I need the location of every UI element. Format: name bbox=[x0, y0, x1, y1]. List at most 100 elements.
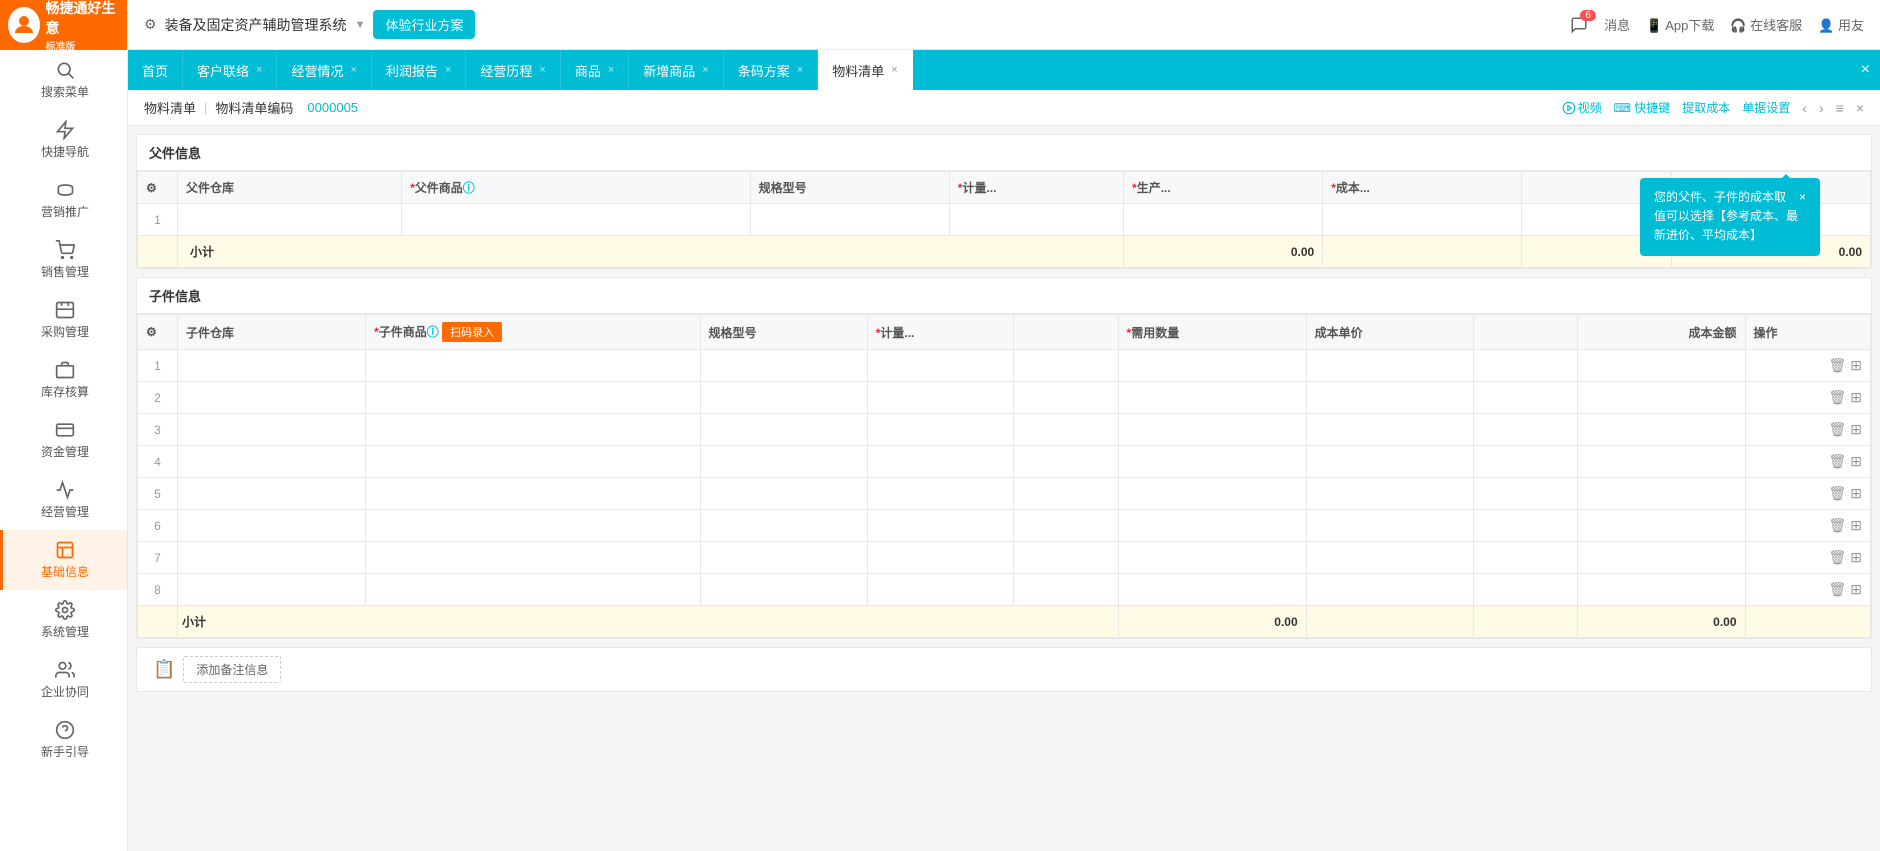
child-row-7-spec[interactable] bbox=[700, 542, 867, 574]
parent-row-1-unit[interactable] bbox=[949, 204, 1123, 236]
child-row-8-spec[interactable] bbox=[700, 574, 867, 606]
tab-profit-close[interactable]: × bbox=[445, 64, 451, 76]
child-row-4-qty[interactable] bbox=[1118, 446, 1306, 478]
sidebar-item-finance[interactable]: 资金管理 bbox=[0, 410, 127, 470]
delete-row-6-btn[interactable]: 🗑 bbox=[1828, 517, 1846, 534]
action-settings[interactable]: 单据设置 bbox=[1742, 99, 1790, 116]
dropdown-icon[interactable]: ▼ bbox=[355, 19, 366, 31]
add-note-button[interactable]: 添加备注信息 bbox=[183, 656, 281, 683]
child-row-1-product[interactable] bbox=[366, 350, 700, 382]
child-row-3-price[interactable] bbox=[1306, 414, 1473, 446]
delete-row-8-btn[interactable]: 🗑 bbox=[1828, 581, 1846, 598]
child-row-5-unit[interactable] bbox=[867, 478, 1013, 510]
parent-row-1-product[interactable] bbox=[402, 204, 751, 236]
action-cost[interactable]: 提取成本 bbox=[1682, 99, 1730, 116]
tab-customer-close[interactable]: × bbox=[256, 64, 262, 76]
copy-row-6-btn[interactable]: ⊞ bbox=[1850, 517, 1862, 534]
child-row-6-warehouse[interactable] bbox=[178, 510, 366, 542]
copy-row-8-btn[interactable]: ⊞ bbox=[1850, 581, 1862, 598]
tab-profit[interactable]: 利润报告 × bbox=[372, 50, 466, 90]
child-row-3-spec[interactable] bbox=[700, 414, 867, 446]
sidebar-item-search[interactable]: 搜索菜单 bbox=[0, 50, 127, 110]
child-row-4-unit[interactable] bbox=[867, 446, 1013, 478]
child-row-3-warehouse[interactable] bbox=[178, 414, 366, 446]
nav-prev[interactable]: ‹ bbox=[1802, 100, 1807, 116]
child-row-1-price[interactable] bbox=[1306, 350, 1473, 382]
child-row-1-spec[interactable] bbox=[700, 350, 867, 382]
tab-history[interactable]: 经营历程 × bbox=[466, 50, 560, 90]
sidebar-item-purchase[interactable]: 采购管理 bbox=[0, 290, 127, 350]
tab-product-close[interactable]: × bbox=[608, 64, 614, 76]
copy-row-1-btn[interactable]: ⊞ bbox=[1850, 357, 1862, 374]
sidebar-item-quicknav[interactable]: 快捷导航 bbox=[0, 110, 127, 170]
delete-row-3-btn[interactable]: 🗑 bbox=[1828, 421, 1846, 438]
user-avatar[interactable]: 👤 用友 bbox=[1818, 15, 1864, 34]
child-row-4-warehouse[interactable] bbox=[178, 446, 366, 478]
tab-operations[interactable]: 经营情况 × bbox=[277, 50, 371, 90]
parent-row-1-cost[interactable] bbox=[1323, 204, 1522, 236]
th-settings-child[interactable]: ⚙ bbox=[138, 315, 178, 350]
child-row-5-spec[interactable] bbox=[700, 478, 867, 510]
copy-row-4-btn[interactable]: ⊞ bbox=[1850, 453, 1862, 470]
child-row-8-price[interactable] bbox=[1306, 574, 1473, 606]
child-row-2-spec[interactable] bbox=[700, 382, 867, 414]
child-row-3-qty[interactable] bbox=[1118, 414, 1306, 446]
sidebar-item-collab[interactable]: 企业协同 bbox=[0, 650, 127, 710]
child-row-7-unit[interactable] bbox=[867, 542, 1013, 574]
child-row-6-spec[interactable] bbox=[700, 510, 867, 542]
copy-row-5-btn[interactable]: ⊞ bbox=[1850, 485, 1862, 502]
child-row-5-warehouse[interactable] bbox=[178, 478, 366, 510]
online-service[interactable]: 🎧 在线客服 bbox=[1730, 15, 1802, 34]
scan-input-button[interactable]: 扫码录入 bbox=[442, 322, 502, 342]
sidebar-item-basic[interactable]: 基础信息 bbox=[0, 530, 127, 590]
child-row-5-qty[interactable] bbox=[1118, 478, 1306, 510]
copy-row-2-btn[interactable]: ⊞ bbox=[1850, 389, 1862, 406]
tab-barcode-close[interactable]: × bbox=[797, 64, 803, 76]
tab-new-product-close[interactable]: × bbox=[702, 64, 708, 76]
child-row-6-product[interactable] bbox=[366, 510, 700, 542]
action-shortcut[interactable]: ⌨ 快捷键 bbox=[1614, 99, 1671, 116]
tab-product[interactable]: 商品 × bbox=[561, 50, 629, 90]
settings-icon[interactable]: ⚙ bbox=[144, 16, 157, 33]
child-row-6-unit[interactable] bbox=[867, 510, 1013, 542]
message-label[interactable]: 消息 bbox=[1604, 15, 1630, 34]
child-row-7-qty[interactable] bbox=[1118, 542, 1306, 574]
copy-row-7-btn[interactable]: ⊞ bbox=[1850, 549, 1862, 566]
tab-home[interactable]: 首页 bbox=[128, 50, 183, 90]
tab-bom-close[interactable]: × bbox=[891, 64, 897, 76]
tab-operations-close[interactable]: × bbox=[350, 64, 356, 76]
tab-history-close[interactable]: × bbox=[539, 64, 545, 76]
sidebar-item-inventory[interactable]: 库存核算 bbox=[0, 350, 127, 410]
child-row-4-product[interactable] bbox=[366, 446, 700, 478]
sidebar-item-guide[interactable]: 新手引导 bbox=[0, 710, 127, 770]
page-close[interactable]: × bbox=[1856, 100, 1864, 116]
tab-barcode[interactable]: 条码方案 × bbox=[724, 50, 818, 90]
message-badge-wrap[interactable]: 6 bbox=[1570, 16, 1588, 34]
child-row-7-price[interactable] bbox=[1306, 542, 1473, 574]
child-row-6-qty[interactable] bbox=[1118, 510, 1306, 542]
parent-row-1-spec[interactable] bbox=[750, 204, 949, 236]
sidebar-item-system[interactable]: 系统管理 bbox=[0, 590, 127, 650]
child-row-2-product[interactable] bbox=[366, 382, 700, 414]
action-video[interactable]: 视频 bbox=[1562, 99, 1602, 116]
delete-row-5-btn[interactable]: 🗑 bbox=[1828, 485, 1846, 502]
child-row-8-unit[interactable] bbox=[867, 574, 1013, 606]
child-row-5-price[interactable] bbox=[1306, 478, 1473, 510]
delete-row-4-btn[interactable]: 🗑 bbox=[1828, 453, 1846, 470]
child-row-2-qty[interactable] bbox=[1118, 382, 1306, 414]
close-all-tabs[interactable]: × bbox=[1851, 61, 1880, 79]
delete-row-1-btn[interactable]: 🗑 bbox=[1828, 357, 1846, 374]
tab-new-product[interactable]: 新增商品 × bbox=[629, 50, 723, 90]
th-settings-parent[interactable]: ⚙ bbox=[138, 172, 178, 204]
tooltip-close-btn[interactable]: × bbox=[1799, 188, 1806, 207]
nav-next[interactable]: › bbox=[1819, 100, 1824, 116]
sidebar-item-operations[interactable]: 经营管理 bbox=[0, 470, 127, 530]
child-row-6-price[interactable] bbox=[1306, 510, 1473, 542]
child-row-1-unit[interactable] bbox=[867, 350, 1013, 382]
sidebar-item-marketing[interactable]: 营销推广 bbox=[0, 170, 127, 230]
parent-row-1-prod[interactable] bbox=[1124, 204, 1323, 236]
child-row-8-qty[interactable] bbox=[1118, 574, 1306, 606]
child-row-2-warehouse[interactable] bbox=[178, 382, 366, 414]
child-row-1-warehouse[interactable] bbox=[178, 350, 366, 382]
child-row-3-product[interactable] bbox=[366, 414, 700, 446]
